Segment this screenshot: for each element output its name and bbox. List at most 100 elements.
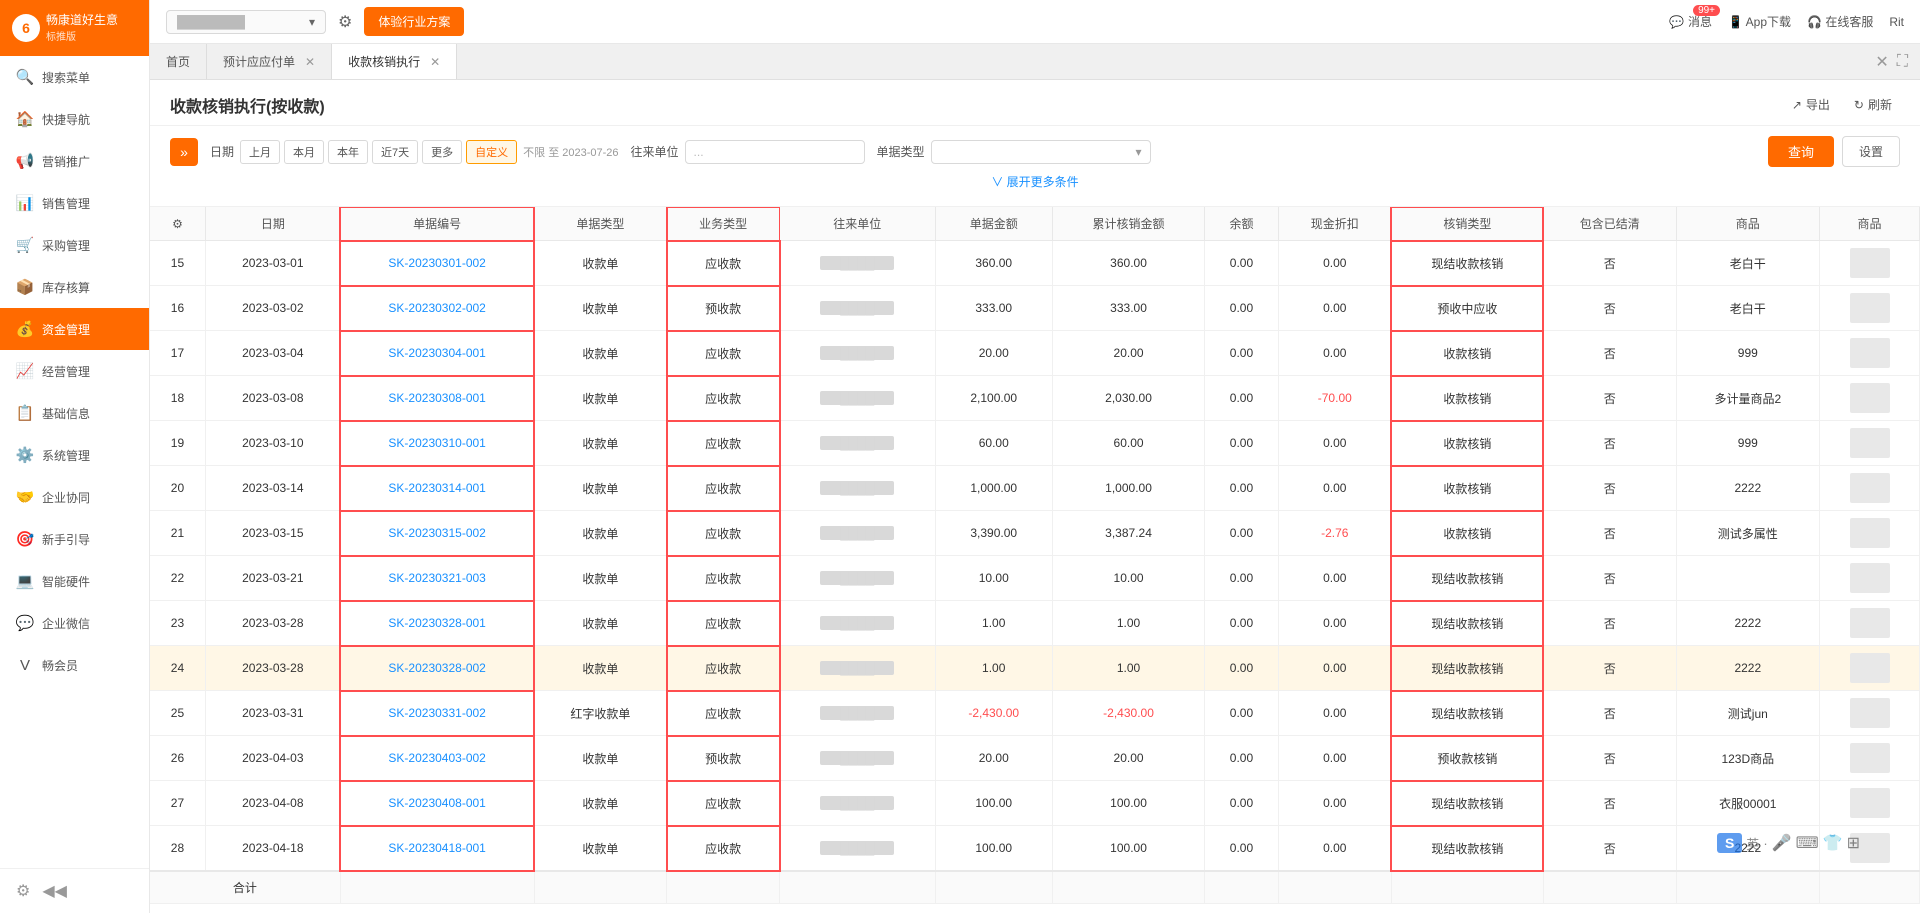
sidebar-settings-icon[interactable]: ⚙ [16,881,30,901]
expand-more-link[interactable]: ∨ 展开更多条件 [991,173,1078,190]
filter-row-1: » 日期 上月 本月 本年 近7天 更多 自定义 不限 至 2023-07-26… [170,136,1900,167]
voucher-no-link[interactable]: SK-20230328-002 [388,661,485,675]
row-total-cancel: 2,030.00 [1052,376,1204,421]
row-voucher-type: 收款单 [534,826,667,872]
tab-close-collection[interactable]: ✕ [430,55,440,69]
close-tab-icon[interactable]: ✕ [1875,52,1888,72]
row-product2 [1820,826,1920,872]
this-year-btn[interactable]: 本年 [328,140,368,164]
sidebar-item-sales[interactable]: 📊 销售管理 [0,182,149,224]
sidebar-item-quicknav[interactable]: 🏠 快捷导航 [0,98,149,140]
row-amount: 360.00 [935,241,1052,286]
tab-prepay[interactable]: 预计应应付单✕ [207,44,332,79]
voucher-no-link[interactable]: SK-20230302-002 [388,301,485,315]
voucher-type-select[interactable]: ▾ [931,140,1151,164]
row-date: 2023-04-08 [205,781,340,826]
voucher-no-link[interactable]: SK-20230328-001 [388,616,485,630]
row-voucher-type: 收款单 [534,286,667,331]
sidebar-item-corp[interactable]: 🤝 企业协同 [0,476,149,518]
app-download-button[interactable]: 📱 App下载 [1728,13,1791,30]
filter-expand-button[interactable]: » [170,138,198,166]
export-button[interactable]: ↗ 导出 [1784,92,1838,117]
row-amount: 60.00 [935,421,1052,466]
table-row[interactable]: 22 2023-03-21 SK-20230321-003 收款单 应收款 ██… [150,556,1920,601]
tabbar-right-actions: ✕ ⛶ [1863,44,1920,79]
voucher-no-link[interactable]: SK-20230301-002 [388,256,485,270]
voucher-no-link[interactable]: SK-20230403-002 [388,751,485,765]
voucher-no-link[interactable]: SK-20230408-001 [388,796,485,810]
table-row[interactable]: 18 2023-03-08 SK-20230308-001 收款单 应收款 ██… [150,376,1920,421]
voucher-no-link[interactable]: SK-20230331-002 [388,706,485,720]
voucher-no-link[interactable]: SK-20230310-001 [388,436,485,450]
data-table: ⚙ 日期 单据编号 单据类型 业务类型 往来单位 单据金额 累计核销金额 余额 … [150,207,1920,904]
voucher-no-link[interactable]: SK-20230308-001 [388,391,485,405]
row-no: 19 [150,421,205,466]
maximize-tab-icon[interactable]: ⛶ [1897,53,1908,71]
solution-button[interactable]: 体验行业方案 [364,7,464,36]
sidebar-item-operation[interactable]: 📈 经营管理 [0,350,149,392]
sidebar-item-search[interactable]: 🔍 搜索菜单 [0,56,149,98]
table-row[interactable]: 26 2023-04-03 SK-20230403-002 收款单 预收款 ██… [150,736,1920,781]
sidebar-item-finance[interactable]: 💰 资金管理 [0,308,149,350]
table-row[interactable]: 28 2023-04-18 SK-20230418-001 收款单 应收款 ██… [150,826,1920,872]
settings-button[interactable]: 设置 [1842,136,1900,167]
last-month-btn[interactable]: 上月 [240,140,280,164]
table-row[interactable]: 25 2023-03-31 SK-20230331-002 红字收款单 应收款 … [150,691,1920,736]
sidebar-item-purchase[interactable]: 🛒 采购管理 [0,224,149,266]
col-settings-header[interactable]: ⚙ [150,207,205,241]
tab-close-prepay[interactable]: ✕ [305,55,315,69]
topbar-app-dropdown[interactable]: ████████ ▾ [166,10,326,34]
custom-date-btn[interactable]: 自定义 [466,140,517,164]
footer-product [1676,871,1820,904]
query-button[interactable]: 查询 [1768,136,1834,167]
table-row[interactable]: 17 2023-03-04 SK-20230304-001 收款单 应收款 ██… [150,331,1920,376]
this-month-btn[interactable]: 本月 [284,140,324,164]
row-total-cancel: 333.00 [1052,286,1204,331]
col-voucher-type-header: 单据类型 [534,207,667,241]
sidebar-item-marketing[interactable]: 📢 营销推广 [0,140,149,182]
voucher-no-link[interactable]: SK-20230418-001 [388,841,485,855]
sidebar-item-member[interactable]: V 畅会员 [0,644,149,686]
last-7days-btn[interactable]: 近7天 [372,140,418,164]
voucher-no-link[interactable]: SK-20230314-001 [388,481,485,495]
refresh-button[interactable]: ↻ 刷新 [1846,92,1900,117]
counterpart-select[interactable]: ... [685,140,865,164]
online-service-button[interactable]: 🎧 在线客服 [1807,13,1873,30]
refresh-label: 刷新 [1868,96,1892,113]
page-actions: ↗ 导出 ↻ 刷新 [1784,92,1900,117]
sidebar-item-inventory[interactable]: 📦 库存核算 [0,266,149,308]
sidebar-item-wechat[interactable]: 💬 企业微信 [0,602,149,644]
sidebar-item-system[interactable]: ⚙️ 系统管理 [0,434,149,476]
voucher-no-link[interactable]: SK-20230315-002 [388,526,485,540]
table-row[interactable]: 20 2023-03-14 SK-20230314-001 收款单 应收款 ██… [150,466,1920,511]
user-account[interactable]: Rit [1889,15,1904,29]
row-cancel-type: 现结收款核销 [1391,781,1543,826]
voucher-no-link[interactable]: SK-20230321-003 [388,571,485,585]
table-row[interactable]: 27 2023-04-08 SK-20230408-001 收款单 应收款 ██… [150,781,1920,826]
row-product2 [1820,511,1920,556]
logo-edition: 标推版 [46,28,118,43]
row-date: 2023-03-04 [205,331,340,376]
table-row[interactable]: 16 2023-03-02 SK-20230302-002 收款单 预收款 ██… [150,286,1920,331]
table-row[interactable]: 24 2023-03-28 SK-20230328-002 收款单 应收款 ██… [150,646,1920,691]
tab-collection[interactable]: 收款核销执行✕ [332,44,457,79]
footer-counterpart [780,871,936,904]
table-row[interactable]: 19 2023-03-10 SK-20230310-001 收款单 应收款 ██… [150,421,1920,466]
message-button[interactable]: 💬 消息 99+ [1669,13,1712,30]
table-row[interactable]: 23 2023-03-28 SK-20230328-001 收款单 应收款 ██… [150,601,1920,646]
row-cash-discount: 0.00 [1278,466,1391,511]
sidebar-collapse-icon[interactable]: ◀◀ [42,881,67,901]
voucher-no-link[interactable]: SK-20230304-001 [388,346,485,360]
table-row[interactable]: 15 2023-03-01 SK-20230301-002 收款单 应收款 ██… [150,241,1920,286]
sidebar-item-guide[interactable]: 🎯 新手引导 [0,518,149,560]
row-cash-discount: 0.00 [1278,286,1391,331]
more-date-btn[interactable]: 更多 [422,140,462,164]
row-voucher-type: 收款单 [534,781,667,826]
topbar-gear-icon[interactable]: ⚙ [334,8,356,36]
sidebar-item-base[interactable]: 📋 基础信息 [0,392,149,434]
table-row[interactable]: 21 2023-03-15 SK-20230315-002 收款单 应收款 ██… [150,511,1920,556]
export-label: 导出 [1806,96,1830,113]
tab-home[interactable]: 首页 [150,44,207,79]
row-product2 [1820,331,1920,376]
sidebar-item-hardware[interactable]: 💻 智能硬件 [0,560,149,602]
